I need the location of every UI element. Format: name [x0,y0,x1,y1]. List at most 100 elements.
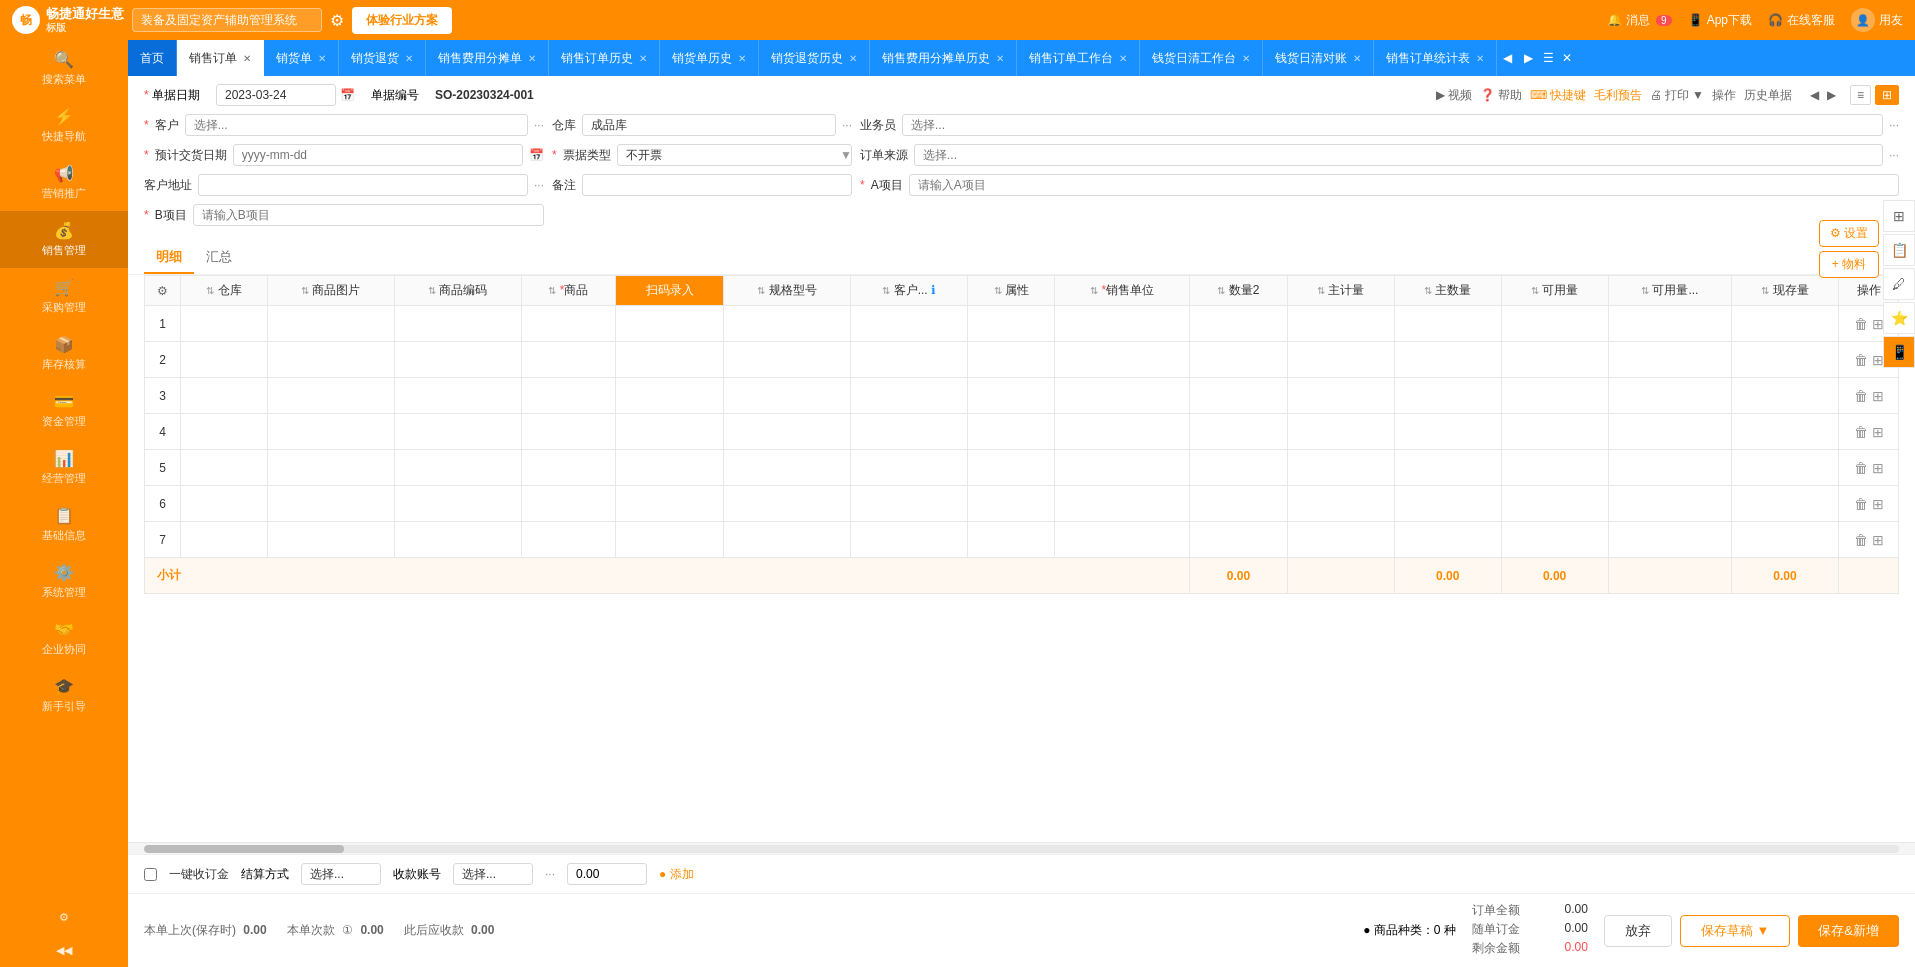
copy-btn-6[interactable]: ⊞ [1872,496,1884,512]
aproject-input[interactable] [909,174,1899,196]
tab-close-daily-workbench[interactable]: ✕ [1242,53,1250,64]
sidebar-item-quicknav[interactable]: ⚡ 快捷导航 [0,97,128,154]
tab-close-sales-order[interactable]: ✕ [243,53,251,64]
tab-close-all-btn[interactable]: ✕ [1558,40,1576,76]
form-view-btn[interactable]: ⊞ [1875,85,1899,105]
cell-scan-1[interactable] [616,306,724,342]
payment-amount-input[interactable] [567,863,647,885]
tab-close-sales-receipt[interactable]: ✕ [318,53,326,64]
cell-code-1[interactable] [394,306,521,342]
cell-customer-code-1[interactable] [851,306,968,342]
tab-return-history[interactable]: 销货退货历史 ✕ [759,40,870,76]
sidebar-item-finance[interactable]: 💳 资金管理 [0,382,128,439]
tab-home[interactable]: 首页 [128,40,177,76]
cell-avail-1[interactable] [1501,306,1608,342]
settlement-method-select[interactable]: 选择... [301,863,381,885]
receipt-account-select[interactable]: 选择... [453,863,533,885]
right-tool-btn-1[interactable]: ⊞ [1883,200,1915,232]
user-area[interactable]: 👤 用友 [1851,8,1903,32]
cell-main-unit-1[interactable] [1287,306,1394,342]
tab-sales-return[interactable]: 销货退货 ✕ [339,40,426,76]
sidebar-item-sales[interactable]: 💰 销售管理 [0,211,128,268]
right-tool-btn-2[interactable]: 📋 [1883,234,1915,266]
profit-btn[interactable]: 毛利预告 [1594,87,1642,104]
tab-order-stats[interactable]: 销售订单统计表 ✕ [1374,40,1497,76]
tab-detail[interactable]: 明细 [144,242,194,274]
copy-btn-5[interactable]: ⊞ [1872,460,1884,476]
discard-button[interactable]: 放弃 [1604,915,1672,947]
cell-avail2-1[interactable] [1608,306,1731,342]
solution-button[interactable]: 体验行业方案 [352,7,452,34]
history-btn[interactable]: 历史单据 [1744,87,1792,104]
th-scan[interactable]: 扫码录入 [616,276,724,306]
save-draft-dropdown-icon[interactable]: ▼ [1756,923,1769,938]
warehouse-input[interactable] [582,114,836,136]
tab-order-workbench[interactable]: 销售订单工作台 ✕ [1017,40,1140,76]
cell-attr-1[interactable] [968,306,1055,342]
cell-qty2-1[interactable] [1189,306,1287,342]
nav-next-btn[interactable]: ▶ [1825,86,1838,104]
warehouse-more-btn[interactable]: ··· [842,118,852,132]
cell-warehouse-1[interactable] [181,306,268,342]
tab-expense-history[interactable]: 销售费用分摊单历史 ✕ [870,40,1017,76]
cell-unit-1[interactable] [1055,306,1190,342]
print-dropdown-icon[interactable]: ▼ [1692,88,1704,102]
add-payment-btn[interactable]: ● 添加 [659,866,694,883]
tab-close-stats[interactable]: ✕ [1476,53,1484,64]
shortcut-btn[interactable]: ⌨ 快捷键 [1530,87,1586,104]
tab-close-sales-return[interactable]: ✕ [405,53,413,64]
order-source-input[interactable] [914,144,1883,166]
online-service-btn[interactable]: 🎧 在线客服 [1768,12,1835,29]
customer-input[interactable] [185,114,528,136]
scrollbar-area[interactable] [128,842,1915,854]
save-new-button[interactable]: 保存&新增 [1798,915,1899,947]
tab-sales-order-history[interactable]: 销售订单历史 ✕ [549,40,660,76]
delivery-calendar-icon[interactable]: 📅 [529,148,544,162]
copy-btn-1[interactable]: ⊞ [1872,316,1884,332]
notification-btn[interactable]: 🔔 消息 9 [1607,12,1672,29]
sidebar-item-system[interactable]: ⚙️ 系统管理 [0,553,128,610]
staff-more-btn[interactable]: ··· [1889,118,1899,132]
cell-product-1[interactable] [521,306,616,342]
right-tool-btn-5[interactable]: 📱 [1883,336,1915,368]
cell-main-qty-1[interactable] [1394,306,1501,342]
copy-btn-3[interactable]: ⊞ [1872,388,1884,404]
sidebar-item-settings[interactable]: ⚙ [0,901,128,934]
date-input[interactable]: 2023-03-24 [216,84,336,106]
system-selector[interactable]: 装备及固定资产辅助管理系统 [132,8,322,32]
copy-btn-4[interactable]: ⊞ [1872,424,1884,440]
cell-current-1[interactable] [1732,306,1839,342]
right-tool-btn-4[interactable]: ⭐ [1883,302,1915,334]
delete-btn-5[interactable]: 🗑 [1854,460,1868,476]
tab-sales-expense[interactable]: 销售费用分摊单 ✕ [426,40,549,76]
sidebar-item-search[interactable]: 🔍 搜索菜单 [0,40,128,97]
delete-btn-1[interactable]: 🗑 [1854,316,1868,332]
sidebar-item-marketing[interactable]: 📢 营销推广 [0,154,128,211]
sidebar-item-guide[interactable]: 🎓 新手引导 [0,667,128,724]
sidebar-item-collab[interactable]: 🤝 企业协同 [0,610,128,667]
tab-close-reconcile[interactable]: ✕ [1353,53,1361,64]
right-tool-btn-3[interactable]: 🖊 [1883,268,1915,300]
tab-close-return-history[interactable]: ✕ [849,53,857,64]
tab-receipt-history[interactable]: 销货单历史 ✕ [660,40,759,76]
invoice-select[interactable]: 不开票 [617,144,852,166]
sidebar-item-purchase[interactable]: 🛒 采购管理 [0,268,128,325]
app-download-btn[interactable]: 📱 App下载 [1688,12,1752,29]
calendar-icon[interactable]: 📅 [340,88,355,102]
delivery-input[interactable] [233,144,523,166]
tab-menu-btn[interactable]: ☰ [1539,40,1558,76]
customer-more-btn[interactable]: ··· [534,118,544,132]
remark-input[interactable] [582,174,852,196]
dots-more[interactable]: ··· [545,867,555,881]
sidebar-item-operation[interactable]: 📊 经营管理 [0,439,128,496]
gear-icon[interactable]: ⚙ [157,284,168,298]
quick-settlement-checkbox[interactable] [144,868,157,881]
sidebar-item-collapse[interactable]: ◀◀ [0,934,128,967]
address-input[interactable] [198,174,528,196]
tab-daily-workbench[interactable]: 钱货日清工作台 ✕ [1140,40,1263,76]
delete-btn-4[interactable]: 🗑 [1854,424,1868,440]
add-material-btn[interactable]: + 物料 [1819,251,1879,278]
th-gear[interactable]: ⚙ [145,276,181,306]
list-view-btn[interactable]: ≡ [1850,85,1871,105]
sidebar-item-inventory[interactable]: 📦 库存核算 [0,325,128,382]
